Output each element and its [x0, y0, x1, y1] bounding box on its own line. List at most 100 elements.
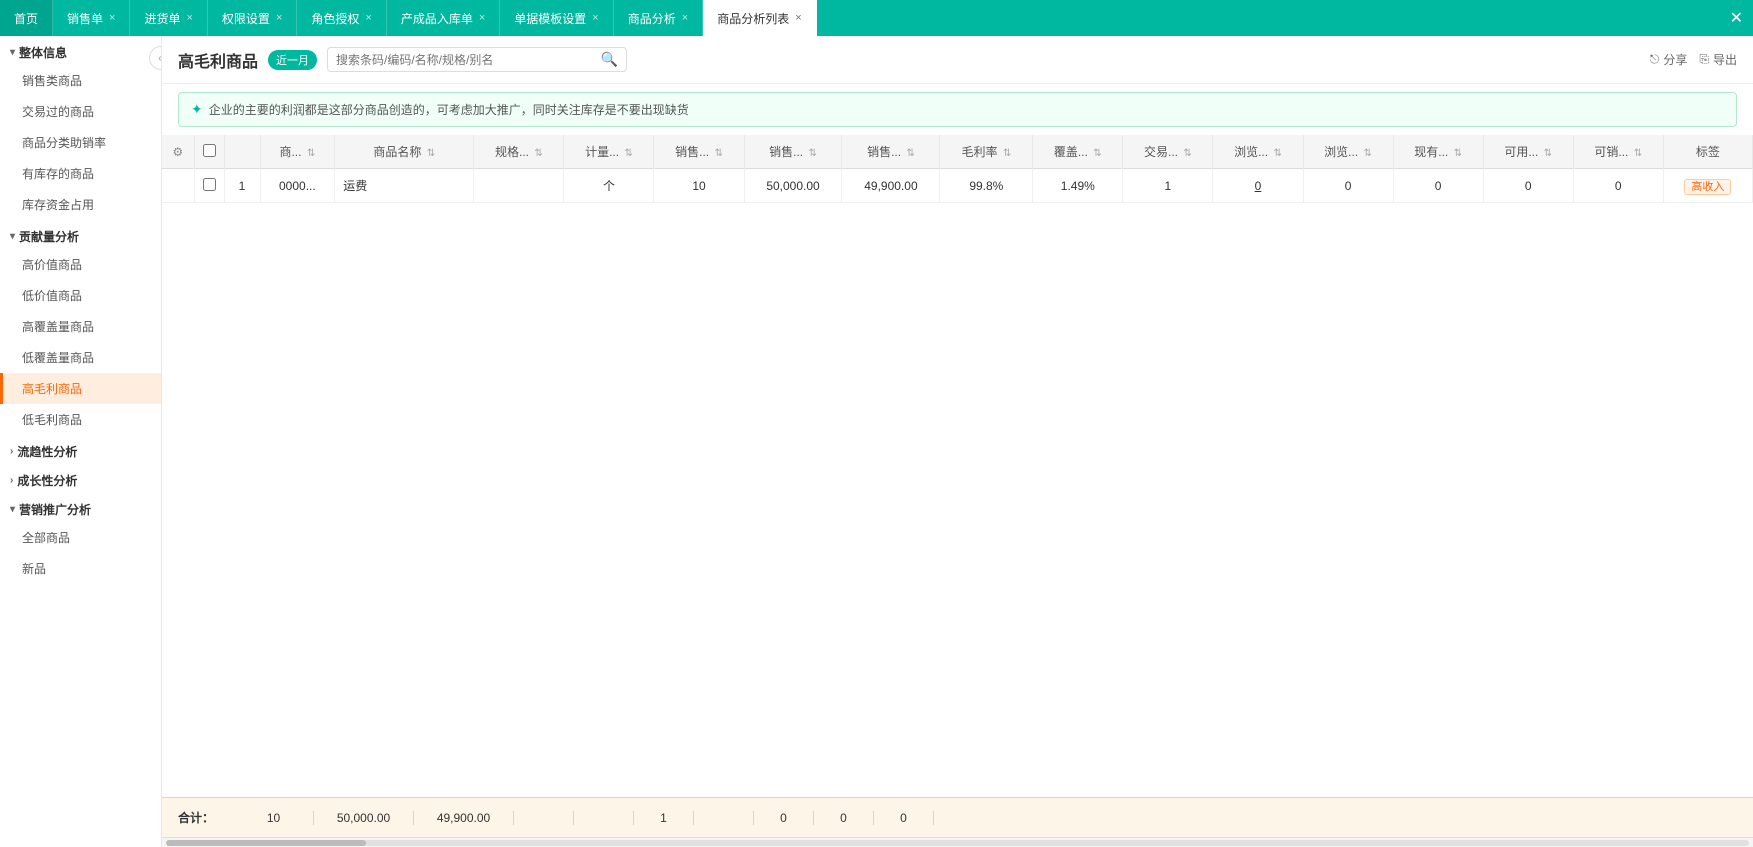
col-sales-amount[interactable]: 销售... ⇅ [744, 135, 842, 169]
sidebar-item-new-goods[interactable]: 新品 [0, 553, 161, 584]
sidebar: « ▾ 整体信息 销售类商品 交易过的商品 商品分类助销率 有库存的商品 库存资… [0, 36, 162, 847]
tab-product-instock[interactable]: 产成品入库单 × [387, 0, 500, 36]
tab-template-settings[interactable]: 单据模板设置 × [500, 0, 613, 36]
sort-unit-icon[interactable]: ⇅ [624, 148, 632, 159]
close-purchase-order-icon[interactable]: × [186, 12, 192, 24]
tag-badge-high-income: 高收入 [1684, 179, 1731, 195]
cell-sellable-stock: 0 [1573, 169, 1663, 203]
close-template-settings-icon[interactable]: × [592, 12, 598, 24]
cell-num: 1 [224, 169, 260, 203]
scrollbar-track[interactable] [166, 840, 1749, 846]
sort-name-icon[interactable]: ⇅ [427, 148, 435, 159]
col-transactions[interactable]: 交易... ⇅ [1123, 135, 1213, 169]
cell-current-stock: 0 [1393, 169, 1483, 203]
table-row: 1 0000... 运费 个 [162, 169, 1753, 203]
search-input[interactable] [336, 53, 595, 67]
sort-available-stock-icon[interactable]: ⇅ [1544, 148, 1552, 159]
sort-browse1-icon[interactable]: ⇅ [1273, 148, 1281, 159]
tab-permission-settings[interactable]: 权限设置 × [208, 0, 297, 36]
col-sales-qty[interactable]: 销售... ⇅ [654, 135, 744, 169]
col-unit[interactable]: 计量... ⇅ [564, 135, 654, 169]
sidebar-group-contribution-analysis[interactable]: ▾ 贡献量分析 [0, 220, 161, 249]
col-spec[interactable]: 规格... ⇅ [474, 135, 564, 169]
cell-browse1[interactable]: 0 [1213, 169, 1303, 203]
sidebar-group-overall-info[interactable]: ▾ 整体信息 [0, 36, 161, 65]
table-header-row: ⚙ 商... ⇅ 商品名称 ⇅ [162, 135, 1753, 169]
close-product-instock-icon[interactable]: × [479, 12, 485, 24]
sidebar-item-low-value-goods[interactable]: 低价值商品 [0, 280, 161, 311]
sidebar-group-trend-analysis[interactable]: › 流趋性分析 [0, 435, 161, 464]
sidebar-item-low-margin-goods[interactable]: 低毛利商品 [0, 404, 161, 435]
tab-product-analysis-list[interactable]: 商品分析列表 × [703, 0, 816, 36]
sort-transactions-icon[interactable]: ⇅ [1183, 148, 1191, 159]
browse1-link[interactable]: 0 [1255, 179, 1262, 193]
close-sales-order-icon[interactable]: × [109, 12, 115, 24]
col-checkbox[interactable] [194, 135, 224, 169]
sort-current-stock-icon[interactable]: ⇅ [1454, 148, 1462, 159]
share-button[interactable]: ⎋ 分享 [1650, 51, 1688, 68]
sort-sellable-stock-icon[interactable]: ⇅ [1634, 148, 1642, 159]
col-available-stock[interactable]: 可用... ⇅ [1483, 135, 1573, 169]
sidebar-item-all-goods[interactable]: 全部商品 [0, 522, 161, 553]
tab-product-analysis[interactable]: 商品分析 × [614, 0, 703, 36]
row-checkbox[interactable] [203, 178, 216, 191]
sidebar-group-marketing-analysis[interactable]: ▾ 营销推广分析 [0, 493, 161, 522]
sidebar-item-low-coverage-goods[interactable]: 低覆盖量商品 [0, 342, 161, 373]
scrollbar-thumb[interactable] [166, 840, 366, 846]
col-sales-profit[interactable]: 销售... ⇅ [842, 135, 940, 169]
sidebar-item-stocked-goods[interactable]: 有库存的商品 [0, 158, 161, 189]
close-product-analysis-list-icon[interactable]: × [795, 12, 801, 24]
horizontal-scrollbar[interactable] [162, 837, 1753, 847]
footer-available-stock: 0 [874, 811, 934, 825]
sidebar-item-sales-goods[interactable]: 销售类商品 [0, 65, 161, 96]
sidebar-item-high-coverage-goods[interactable]: 高覆盖量商品 [0, 311, 161, 342]
sort-coverage-icon[interactable]: ⇅ [1093, 148, 1101, 159]
footer-browse1 [694, 811, 754, 825]
cell-gross-margin: 99.8% [940, 169, 1033, 203]
sort-sales-profit-icon[interactable]: ⇅ [906, 148, 914, 159]
close-role-auth-icon[interactable]: × [365, 12, 371, 24]
cell-checkbox[interactable] [194, 169, 224, 203]
window-close-button[interactable]: ✕ [1730, 8, 1743, 28]
sidebar-group-growth-analysis[interactable]: › 成长性分析 [0, 464, 161, 493]
col-code[interactable]: 商... ⇅ [260, 135, 335, 169]
header-actions: ⎋ 分享 ⎘ 导出 [1650, 51, 1737, 68]
tab-home[interactable]: 首页 [0, 0, 53, 36]
col-current-stock[interactable]: 现有... ⇅ [1393, 135, 1483, 169]
chevron-down-icon: ▾ [10, 504, 15, 515]
tab-purchase-order[interactable]: 进货单 × [130, 0, 207, 36]
sidebar-item-high-margin-goods[interactable]: 高毛利商品 [0, 373, 161, 404]
sort-browse2-icon[interactable]: ⇅ [1364, 148, 1372, 159]
close-product-analysis-icon[interactable]: × [682, 12, 688, 24]
sidebar-item-stock-capital[interactable]: 库存资金占用 [0, 189, 161, 220]
col-browse2[interactable]: 浏览... ⇅ [1303, 135, 1393, 169]
share-icon: ⎋ [1650, 52, 1660, 67]
chevron-right-icon: › [10, 475, 13, 486]
col-settings[interactable]: ⚙ [162, 135, 194, 169]
settings-icon[interactable]: ⚙ [172, 145, 183, 159]
close-permission-settings-icon[interactable]: × [276, 12, 282, 24]
filter-tag-recent-month[interactable]: 近一月 [268, 50, 317, 70]
sort-gross-margin-icon[interactable]: ⇅ [1003, 148, 1011, 159]
export-button[interactable]: ⎘ 导出 [1699, 51, 1737, 68]
col-name[interactable]: 商品名称 ⇅ [335, 135, 474, 169]
sidebar-item-high-value-goods[interactable]: 高价值商品 [0, 249, 161, 280]
chevron-down-icon: ▾ [10, 47, 15, 58]
col-gross-margin[interactable]: 毛利率 ⇅ [940, 135, 1033, 169]
sidebar-item-traded-goods[interactable]: 交易过的商品 [0, 96, 161, 127]
col-sellable-stock[interactable]: 可销... ⇅ [1573, 135, 1663, 169]
sort-code-icon[interactable]: ⇅ [307, 148, 315, 159]
sort-spec-icon[interactable]: ⇅ [534, 148, 542, 159]
tab-role-auth[interactable]: 角色授权 × [297, 0, 386, 36]
tab-sales-order[interactable]: 销售单 × [53, 0, 130, 36]
col-tag[interactable]: 标签 [1663, 135, 1752, 169]
sort-sales-amount-icon[interactable]: ⇅ [809, 148, 817, 159]
export-icon: ⎘ [1699, 52, 1709, 67]
search-icon[interactable]: 🔍 [601, 51, 618, 68]
sort-sales-qty-icon[interactable]: ⇅ [715, 148, 723, 159]
col-coverage[interactable]: 覆盖... ⇅ [1033, 135, 1123, 169]
select-all-checkbox[interactable] [203, 144, 216, 157]
col-browse1[interactable]: 浏览... ⇅ [1213, 135, 1303, 169]
search-box[interactable]: 🔍 [327, 47, 627, 72]
sidebar-item-category-assist-rate[interactable]: 商品分类助销率 [0, 127, 161, 158]
